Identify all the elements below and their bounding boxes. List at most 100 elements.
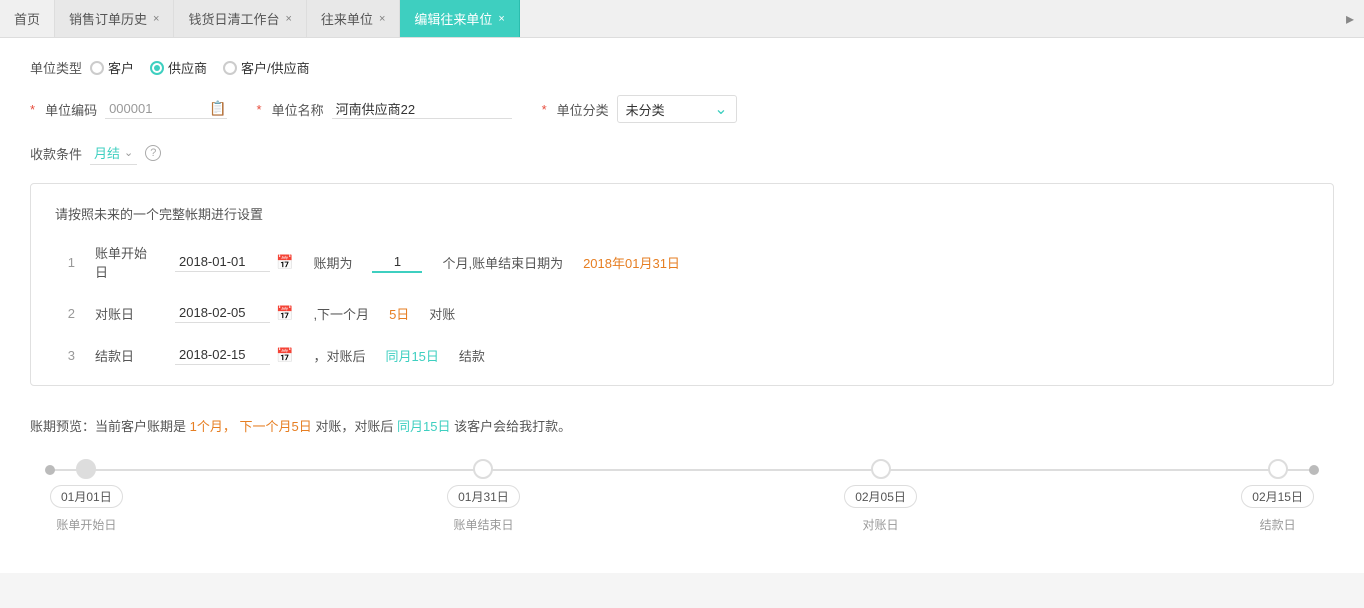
step-1-desc-suffix: 个月,账单结束日期为 <box>442 253 563 272</box>
unit-type-field: 单位类型 客户 供应商 客户/供应商 <box>30 58 310 77</box>
unit-code-field: * 单位编码 📋 <box>30 99 227 119</box>
payment-terms-chevron: ⌄ <box>124 146 133 159</box>
unit-category-required: * <box>542 102 547 117</box>
unit-name-field: * 单位名称 <box>257 99 512 119</box>
step-1-period-input[interactable] <box>372 252 422 273</box>
unit-code-copy-icon[interactable]: 📋 <box>209 100 226 117</box>
step-2-date-wrap: 📅 <box>175 303 293 323</box>
unit-code-label: 单位编码 <box>45 100 97 119</box>
tab-sales-history[interactable]: 销售订单历史 × <box>55 0 174 37</box>
radio-both-label: 客户/供应商 <box>241 58 310 77</box>
step-3-num: 3 <box>55 348 75 363</box>
timeline-dot-0 <box>76 459 96 479</box>
unit-code-input[interactable] <box>105 99 205 118</box>
tab-cashier-workbench[interactable]: 钱货日清工作台 × <box>174 0 306 37</box>
timeline: 01月01日 账单开始日 01月31日 账单结束日 02月05日 <box>50 459 1314 533</box>
step-3-desc-suffix: 结款 <box>459 346 485 365</box>
tab-overflow-arrow[interactable]: ▸ <box>1336 0 1364 37</box>
tab-cashier-workbench-label: 钱货日清工作台 <box>188 9 279 28</box>
tab-related-units-label: 往来单位 <box>321 9 373 28</box>
timeline-sublabel-2: 对账日 <box>863 516 899 533</box>
unit-category-chevron: ⌄ <box>714 99 727 119</box>
timeline-point-0: 01月01日 账单开始日 <box>50 459 123 533</box>
preview-label: 账期预览：当前客户账期是 <box>30 419 186 434</box>
tab-edit-unit[interactable]: 编辑往来单位 × <box>400 0 519 37</box>
timeline-point-3: 02月15日 结款日 <box>1241 459 1314 533</box>
settings-row-1: 1 账单开始日 📅 账期为 个月,账单结束日期为 2018年01月31日 <box>55 243 1309 281</box>
unit-type-radio-group: 客户 供应商 客户/供应商 <box>90 58 310 77</box>
radio-customer-circle <box>90 61 104 75</box>
unit-name-required: * <box>257 102 262 117</box>
preview-part3: 同月15日 <box>397 419 450 434</box>
main-content: 单位类型 客户 供应商 客户/供应商 * 单位编码 <box>0 38 1364 573</box>
timeline-point-2: 02月05日 对账日 <box>844 459 917 533</box>
step-3-label: 结款日 <box>95 346 155 365</box>
unit-name-label: 单位名称 <box>272 100 324 119</box>
timeline-tag-0: 01月01日 <box>50 485 123 508</box>
preview-middle: 对账，对账后 <box>315 419 393 434</box>
payment-terms-value: 月结 <box>94 143 120 162</box>
radio-customer[interactable]: 客户 <box>90 58 134 77</box>
settings-row-2: 2 对账日 📅 ,下一个月 5日 对账 <box>55 303 1309 323</box>
step-3-date-input[interactable] <box>175 345 270 365</box>
payment-terms-select[interactable]: 月结 ⌄ <box>90 141 137 165</box>
step-3-calendar-icon[interactable]: 📅 <box>276 347 293 364</box>
tab-related-units-close[interactable]: × <box>379 13 385 25</box>
tab-edit-unit-label: 编辑往来单位 <box>414 9 492 28</box>
unit-name-input[interactable] <box>332 99 512 119</box>
step-2-date-input[interactable] <box>175 303 270 323</box>
tab-edit-unit-close[interactable]: × <box>498 13 504 25</box>
timeline-sublabel-0: 账单开始日 <box>56 516 116 533</box>
radio-supplier[interactable]: 供应商 <box>150 58 207 77</box>
preview-section: 账期预览：当前客户账期是 1个月， 下一个月5日 对账，对账后 同月15日 该客… <box>30 402 1334 553</box>
timeline-dot-3 <box>1268 459 1288 479</box>
timeline-sublabel-3: 结款日 <box>1260 516 1296 533</box>
settings-box: 请按照未来的一个完整帐期进行设置 1 账单开始日 📅 账期为 个月,账单结束日期… <box>30 183 1334 386</box>
step-2-num: 2 <box>55 306 75 321</box>
tab-cashier-workbench-close[interactable]: × <box>285 13 291 25</box>
step-1-calendar-icon[interactable]: 📅 <box>276 254 293 271</box>
timeline-point-1: 01月31日 账单结束日 <box>447 459 520 533</box>
unit-type-label: 单位类型 <box>30 58 82 77</box>
radio-supplier-label: 供应商 <box>168 58 207 77</box>
step-3-highlight: 同月15日 <box>385 346 438 365</box>
step-1-num: 1 <box>55 255 75 270</box>
timeline-sublabel-1: 账单结束日 <box>453 516 513 533</box>
timeline-tag-1: 01月31日 <box>447 485 520 508</box>
tab-home-label: 首页 <box>14 9 40 28</box>
step-2-calendar-icon[interactable]: 📅 <box>276 305 293 322</box>
tab-home[interactable]: 首页 <box>0 0 55 37</box>
unit-code-input-wrap: 📋 <box>105 99 226 119</box>
step-2-desc-prefix: ,下一个月 <box>313 304 369 323</box>
unit-category-value: 未分类 <box>626 100 665 119</box>
preview-part1: 1个月， <box>190 419 236 434</box>
unit-category-select[interactable]: 未分类 ⌄ <box>617 95 737 123</box>
unit-category-label: 单位分类 <box>557 100 609 119</box>
radio-customer-label: 客户 <box>108 58 134 77</box>
step-1-date-input[interactable] <box>175 252 270 272</box>
timeline-tag-2: 02月05日 <box>844 485 917 508</box>
tab-related-units[interactable]: 往来单位 × <box>307 0 400 37</box>
unit-code-required: * <box>30 102 35 117</box>
tab-sales-history-close[interactable]: × <box>153 13 159 25</box>
step-1-desc-prefix: 账期为 <box>313 253 352 272</box>
timeline-dot-2 <box>871 459 891 479</box>
step-3-desc-prefix: ，对账后 <box>313 346 365 365</box>
unit-info-row: * 单位编码 📋 * 单位名称 * 单位分类 未分类 ⌄ <box>30 95 1334 123</box>
preview-text: 账期预览：当前客户账期是 1个月， 下一个月5日 对账，对账后 同月15日 该客… <box>30 416 1334 435</box>
tab-sales-history-label: 销售订单历史 <box>69 9 147 28</box>
tab-bar: 首页 销售订单历史 × 钱货日清工作台 × 往来单位 × 编辑往来单位 × ▸ <box>0 0 1364 38</box>
step-1-date-wrap: 📅 <box>175 252 293 272</box>
payment-terms-label: 收款条件 <box>30 144 82 163</box>
settings-title: 请按照未来的一个完整帐期进行设置 <box>55 204 1309 223</box>
radio-both-circle <box>223 61 237 75</box>
step-2-highlight: 5日 <box>389 304 409 323</box>
unit-type-row: 单位类型 客户 供应商 客户/供应商 <box>30 58 1334 77</box>
timeline-dot-1 <box>473 459 493 479</box>
timeline-tag-3: 02月15日 <box>1241 485 1314 508</box>
radio-both[interactable]: 客户/供应商 <box>223 58 310 77</box>
step-2-label: 对账日 <box>95 304 155 323</box>
step-1-label: 账单开始日 <box>95 243 155 281</box>
help-icon[interactable]: ? <box>145 145 161 161</box>
payment-terms-row: 收款条件 月结 ⌄ ? <box>30 141 1334 165</box>
